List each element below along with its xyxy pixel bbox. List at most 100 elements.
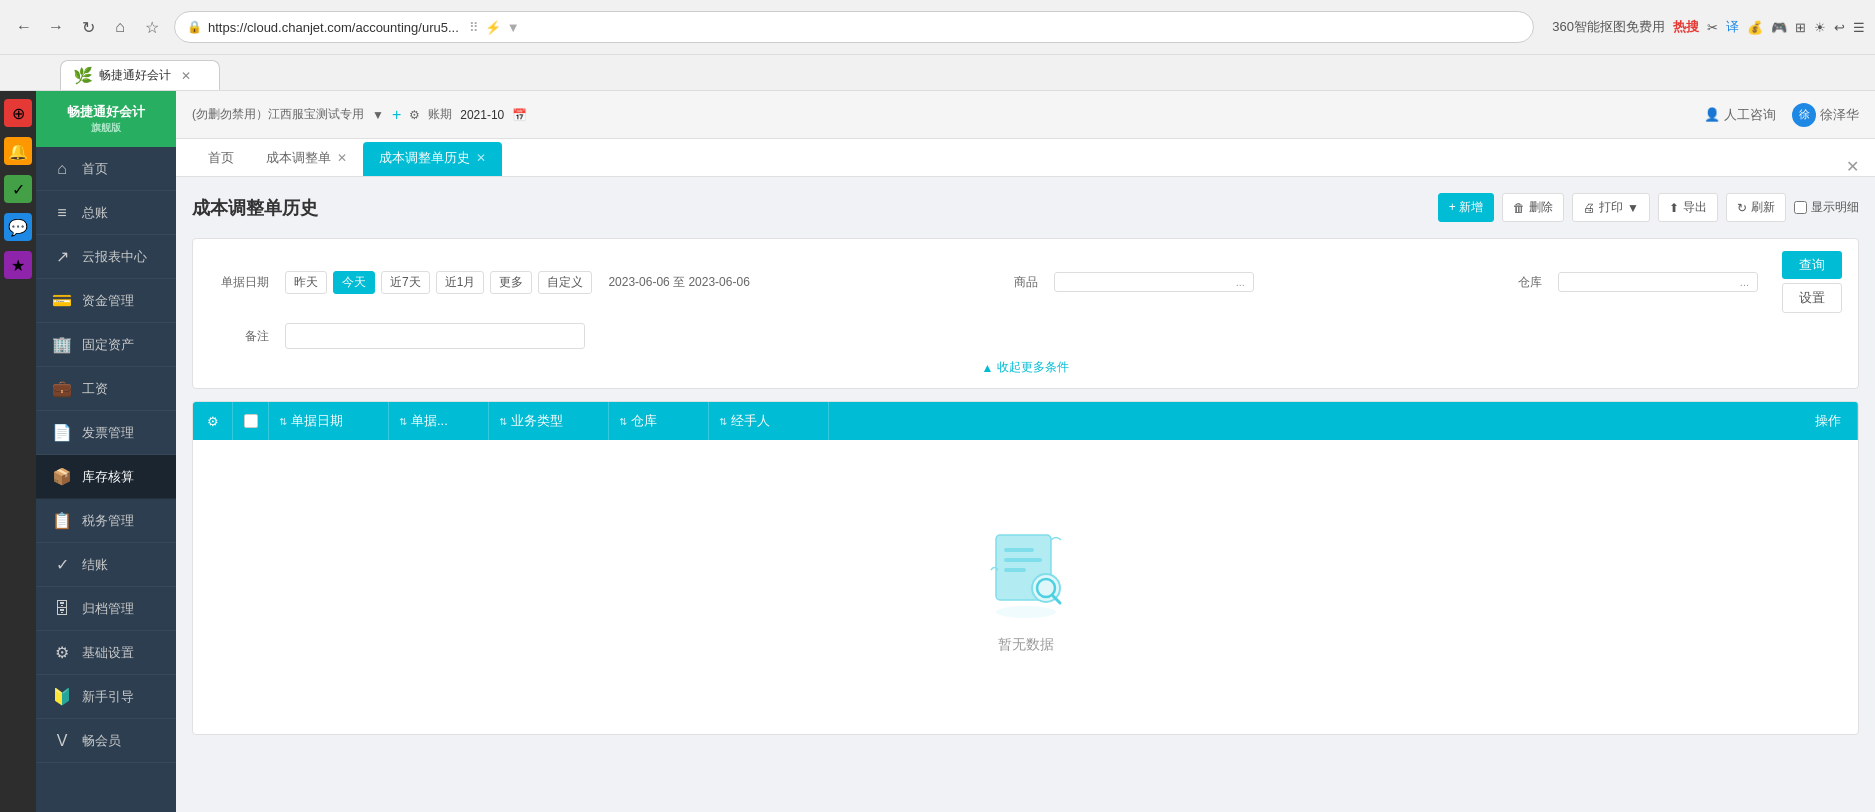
tax-icon: 📋 [52, 511, 72, 530]
bookmark-button[interactable]: ☆ [138, 13, 166, 41]
refresh-btn[interactable]: ↻ 刷新 [1726, 193, 1786, 222]
topbar-right: 👤 人工咨询 徐 徐泽华 [1704, 103, 1859, 127]
rail-icon-purple[interactable]: ★ [4, 251, 32, 279]
ledger-icon: ≡ [52, 204, 72, 222]
th-checkbox[interactable] [233, 402, 269, 440]
date-btn-7days[interactable]: 近7天 [381, 271, 430, 294]
date-filter-label: 单据日期 [209, 274, 269, 291]
sidebar-item-ledger[interactable]: ≡ 总账 [36, 191, 176, 235]
settings-small-icon[interactable]: ⚙ [409, 108, 420, 122]
query-buttons: 查询 设置 [1782, 251, 1842, 313]
dropdown-icon[interactable]: ▼ [372, 108, 384, 122]
header-checkbox[interactable] [244, 414, 258, 428]
sidebar-item-member[interactable]: V 畅会员 [36, 719, 176, 763]
rail-icon-red[interactable]: ⊕ [4, 99, 32, 127]
rail-icon-orange[interactable]: 🔔 [4, 137, 32, 165]
sidebar-item-invoice[interactable]: 📄 发票管理 [36, 411, 176, 455]
remark-filter-label: 备注 [209, 328, 269, 345]
print-chevron[interactable]: ▼ [1627, 201, 1639, 215]
brightness-icon[interactable]: ☀ [1814, 20, 1826, 35]
tab-area-close: ✕ [1846, 157, 1859, 176]
search-btn[interactable]: 查询 [1782, 251, 1842, 279]
undo-icon[interactable]: ↩ [1834, 20, 1845, 35]
date-btn-custom[interactable]: 自定义 [538, 271, 592, 294]
sidebar: 畅捷通好会计 旗舰版 ⌂ 首页 ≡ 总账 ↗ 云报表中心 💳 资金管理 🏢 固定… [36, 91, 176, 812]
address-bar[interactable]: 🔒 https://cloud.chanjet.com/accounting/u… [174, 11, 1534, 43]
period-value[interactable]: 2021-10 [460, 108, 504, 122]
archive-icon: 🗄 [52, 600, 72, 618]
new-btn[interactable]: + 新增 [1438, 193, 1494, 222]
service-btn[interactable]: 👤 人工咨询 [1704, 106, 1776, 124]
sidebar-item-guide[interactable]: 🔰 新手引导 [36, 675, 176, 719]
tab-cost-adjustment-history[interactable]: 成本调整单历史 ✕ [363, 142, 502, 176]
add-icon[interactable]: + [392, 106, 401, 124]
tab-cost-adjustment[interactable]: 成本调整单 ✕ [250, 142, 363, 176]
tab-cost-adjustment-history-close[interactable]: ✕ [476, 151, 486, 165]
rail-icon-green[interactable]: ✓ [4, 175, 32, 203]
th-date[interactable]: ⇅ 单据日期 [269, 402, 389, 440]
content-area: 成本调整单历史 + 新增 🗑 删除 🖨 打印 ▼ ⬆ 导出 [176, 177, 1875, 812]
home-button[interactable]: ⌂ [106, 13, 134, 41]
sidebar-item-inventory[interactable]: 📦 库存核算 [36, 455, 176, 499]
product-more-btn[interactable]: ... [1236, 276, 1245, 288]
sidebar-item-tax[interactable]: 📋 税务管理 [36, 499, 176, 543]
game-icon[interactable]: 🎮 [1771, 20, 1787, 35]
display-checkbox[interactable] [1794, 201, 1807, 214]
sidebar-item-salary[interactable]: 💼 工资 [36, 367, 176, 411]
search-label[interactable]: 360智能抠图免费用 [1552, 18, 1665, 36]
refresh-button[interactable]: ↻ [74, 13, 102, 41]
product-filter-label: 商品 [978, 274, 1038, 291]
delete-btn[interactable]: 🗑 删除 [1502, 193, 1564, 222]
sidebar-item-label: 发票管理 [82, 424, 134, 442]
sidebar-item-label: 资金管理 [82, 292, 134, 310]
sidebar-item-assets[interactable]: 🏢 固定资产 [36, 323, 176, 367]
menu-icon[interactable]: ☰ [1853, 20, 1865, 35]
translate-icon[interactable]: 译 [1726, 18, 1739, 36]
sidebar-item-label: 结账 [82, 556, 108, 574]
th-type[interactable]: ⇅ 业务类型 [489, 402, 609, 440]
date-btn-more[interactable]: 更多 [490, 271, 532, 294]
tab-cost-adjustment-close[interactable]: ✕ [337, 151, 347, 165]
topbar-user[interactable]: 徐 徐泽华 [1792, 103, 1859, 127]
date-btn-today[interactable]: 今天 [333, 271, 375, 294]
chevron-down-icon: ▼ [507, 20, 520, 35]
sidebar-item-close[interactable]: ✓ 结账 [36, 543, 176, 587]
sidebar-item-settings[interactable]: ⚙ 基础设置 [36, 631, 176, 675]
collapse-btn[interactable]: ▲ 收起更多条件 [982, 359, 1070, 376]
close-all-tabs-icon[interactable]: ✕ [1846, 157, 1859, 176]
apps-grid-icon[interactable]: ⊞ [1795, 20, 1806, 35]
th-settings[interactable]: ⚙ [193, 402, 233, 440]
date-btn-1month[interactable]: 近1月 [436, 271, 485, 294]
wallet-icon[interactable]: 💰 [1747, 20, 1763, 35]
browser-tab-chanjet[interactable]: 🌿 畅捷通好会计 ✕ [60, 60, 220, 90]
date-btn-yesterday[interactable]: 昨天 [285, 271, 327, 294]
url-text: https://cloud.chanjet.com/accounting/uru… [208, 20, 459, 35]
remark-input[interactable] [285, 323, 585, 349]
scissors-icon[interactable]: ✂ [1707, 20, 1718, 35]
sidebar-item-archive[interactable]: 🗄 归档管理 [36, 587, 176, 631]
display-toggle[interactable]: 显示明细 [1794, 199, 1859, 216]
export-btn[interactable]: ⬆ 导出 [1658, 193, 1718, 222]
rail-icon-blue[interactable]: 💬 [4, 213, 32, 241]
query-settings-btn[interactable]: 设置 [1782, 283, 1842, 313]
sidebar-item-reports[interactable]: ↗ 云报表中心 [36, 235, 176, 279]
th-type-label: 业务类型 [511, 412, 563, 430]
back-button[interactable]: ← [10, 13, 38, 41]
th-warehouse[interactable]: ⇅ 仓库 [609, 402, 709, 440]
refresh-label: 刷新 [1751, 199, 1775, 216]
calendar-icon[interactable]: 📅 [512, 108, 527, 122]
sidebar-item-finance[interactable]: 💳 资金管理 [36, 279, 176, 323]
sidebar-item-home[interactable]: ⌂ 首页 [36, 147, 176, 191]
svg-rect-4 [1004, 558, 1042, 562]
forward-button[interactable]: → [42, 13, 70, 41]
th-num[interactable]: ⇅ 单据... [389, 402, 489, 440]
hot-label[interactable]: 热搜 [1673, 18, 1699, 36]
browser-tab-close[interactable]: ✕ [181, 69, 191, 83]
tab-home[interactable]: 首页 [192, 142, 250, 176]
warehouse-select[interactable]: ... [1558, 272, 1758, 292]
print-btn[interactable]: 🖨 打印 ▼ [1572, 193, 1650, 222]
sidebar-item-label: 库存核算 [82, 468, 134, 486]
warehouse-more-btn[interactable]: ... [1740, 276, 1749, 288]
th-handler[interactable]: ⇅ 经手人 [709, 402, 829, 440]
product-select[interactable]: ... [1054, 272, 1254, 292]
